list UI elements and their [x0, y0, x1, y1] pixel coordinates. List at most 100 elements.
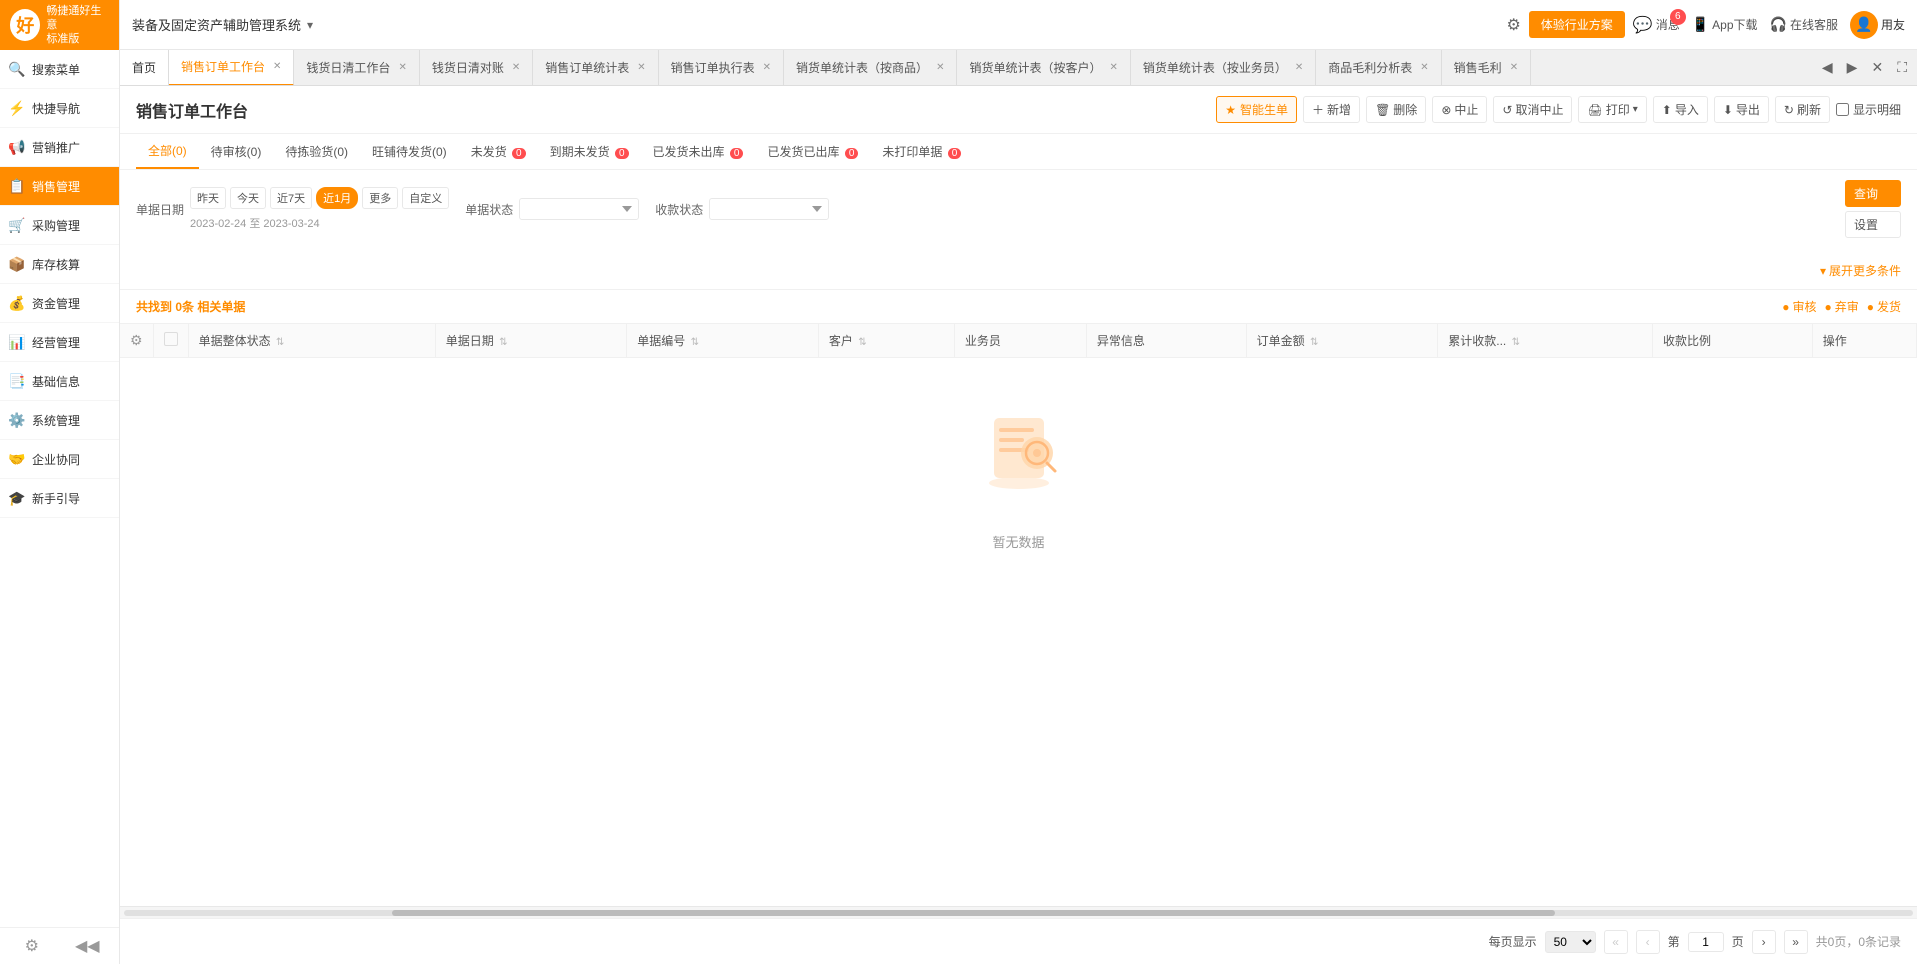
print-btn[interactable]: 🖨 打印 ▾: [1578, 96, 1646, 123]
sub-tab-all[interactable]: 全部(0): [136, 134, 199, 169]
batch-revoke-btn[interactable]: ● 弃审: [1824, 298, 1858, 315]
sidebar-item-marketing[interactable]: 📢 营销推广: [0, 128, 119, 167]
tab-close-cash-reconcile[interactable]: ✕: [512, 62, 520, 73]
col-doc-number[interactable]: 单据编号 ⇅: [627, 324, 819, 358]
tab-sales-order-workspace[interactable]: 销售订单工作台 ✕: [169, 50, 294, 86]
tab-close-sales-customer[interactable]: ✕: [1109, 62, 1117, 73]
sub-tab-not-printed[interactable]: 未打印单据 0: [870, 135, 973, 168]
filter-expand-btn[interactable]: ▾ 展开更多条件: [1820, 262, 1901, 279]
tab-close-sales-profit[interactable]: ✕: [1510, 62, 1518, 73]
col-abnormal-info[interactable]: 异常信息: [1086, 324, 1246, 358]
sidebar-item-inventory[interactable]: 📦 库存核算: [0, 245, 119, 284]
sidebar-item-search[interactable]: 🔍 搜索菜单: [0, 50, 119, 89]
tab-sales-staff-stats[interactable]: 销货单统计表（按业务员） ✕: [1131, 50, 1316, 86]
col-settings[interactable]: ⚙: [120, 324, 153, 358]
show-detail-checkbox[interactable]: [1836, 103, 1849, 116]
cancel-stop-btn[interactable]: ↺ 取消中止: [1493, 96, 1572, 123]
sub-tab-pending-check[interactable]: 待拣验货(0): [273, 135, 360, 168]
sidebar-item-operation[interactable]: 📊 经营管理: [0, 323, 119, 362]
settings-icon-btn[interactable]: ⚙: [1506, 15, 1520, 35]
tab-close-sales-order[interactable]: ✕: [273, 61, 281, 72]
tab-close-cash-daily[interactable]: ✕: [398, 62, 406, 73]
sidebar-item-system[interactable]: ⚙️ 系统管理: [0, 401, 119, 440]
pagination-page-size[interactable]: 50 20 100: [1545, 931, 1596, 953]
pagination-first[interactable]: «: [1604, 930, 1628, 954]
import-btn[interactable]: ⬆ 导入: [1653, 96, 1708, 123]
col-order-amount[interactable]: 订单金额 ⇅: [1246, 324, 1438, 358]
user-btn[interactable]: 👤 用友: [1850, 11, 1905, 39]
select-all-checkbox[interactable]: [164, 332, 178, 346]
sub-tab-shipped-not-out[interactable]: 已发货未出库 0: [641, 135, 756, 168]
tab-sales-goods-stats[interactable]: 销货单统计表（按商品） ✕: [784, 50, 957, 86]
tab-cash-daily-workspace[interactable]: 钱货日清工作台 ✕: [294, 50, 419, 86]
tab-sales-profit[interactable]: 销售毛利 ✕: [1442, 50, 1531, 86]
online-service-btn[interactable]: 🎧 在线客服: [1770, 16, 1838, 33]
show-detail-label[interactable]: 显示明细: [1836, 101, 1901, 118]
add-btn[interactable]: ＋ 新增: [1303, 96, 1360, 123]
sidebar-item-enterprise[interactable]: 🤝 企业协同: [0, 440, 119, 479]
filter-date-custom[interactable]: 自定义: [402, 187, 449, 209]
query-btn[interactable]: 查询: [1845, 180, 1901, 207]
filter-date-today[interactable]: 今天: [230, 187, 266, 209]
tab-close-sales-goods[interactable]: ✕: [936, 62, 944, 73]
pagination-page-input[interactable]: [1688, 932, 1724, 952]
tab-close-sales-staff[interactable]: ✕: [1295, 62, 1303, 73]
tabs-nav-prev[interactable]: ◀: [1818, 57, 1837, 78]
filter-date-yesterday[interactable]: 昨天: [190, 187, 226, 209]
col-customer[interactable]: 客户 ⇅: [818, 324, 954, 358]
tab-close-gross-margin[interactable]: ✕: [1420, 62, 1428, 73]
tab-close-sales-stats[interactable]: ✕: [637, 62, 645, 73]
filter-status-select[interactable]: [519, 198, 639, 220]
scrollbar-thumb[interactable]: [392, 910, 1555, 916]
filter-date-more[interactable]: 更多: [362, 187, 398, 209]
tabs-maximize[interactable]: ⛶: [1893, 57, 1911, 78]
pagination-prev[interactable]: ‹: [1636, 930, 1660, 954]
delete-btn[interactable]: 🗑 删除: [1366, 96, 1426, 123]
sidebar-item-basic-info[interactable]: 📑 基础信息: [0, 362, 119, 401]
pagination-next[interactable]: ›: [1752, 930, 1776, 954]
settings-bottom-btn[interactable]: ⚙: [8, 936, 56, 956]
tab-home[interactable]: 首页: [120, 50, 169, 86]
tab-cash-reconcile[interactable]: 钱货日清对账 ✕: [420, 50, 533, 86]
industry-solution-btn[interactable]: 体验行业方案: [1529, 11, 1625, 38]
col-payment-ratio[interactable]: 收款比例: [1652, 324, 1812, 358]
stop-btn[interactable]: ⊗ 中止: [1432, 96, 1487, 123]
tab-sales-stats[interactable]: 销售订单统计表 ✕: [533, 50, 658, 86]
tabs-nav-next[interactable]: ▶: [1843, 57, 1862, 78]
message-btn[interactable]: 💬 6 消息: [1633, 15, 1680, 35]
collapse-btn[interactable]: ◀◀: [64, 936, 112, 956]
col-doc-status[interactable]: 单据整体状态 ⇅: [188, 324, 435, 358]
sidebar-item-newbie[interactable]: 🎓 新手引导: [0, 479, 119, 518]
sidebar-item-finance[interactable]: 💰 资金管理: [0, 284, 119, 323]
smart-create-btn[interactable]: ★ 智能生单: [1216, 96, 1297, 123]
sub-tab-overdue-not-shipped[interactable]: 到期未发货 0: [538, 135, 641, 168]
tab-sales-customer-stats[interactable]: 销货单统计表（按客户） ✕: [957, 50, 1130, 86]
sidebar-item-sales[interactable]: 📋 销售管理: [0, 167, 119, 206]
batch-ship-btn[interactable]: ● 发货: [1867, 298, 1901, 315]
col-cumulative-payment[interactable]: 累计收款... ⇅: [1438, 324, 1653, 358]
col-salesperson[interactable]: 业务员: [954, 324, 1086, 358]
horizontal-scrollbar[interactable]: [120, 906, 1917, 918]
batch-approve-btn[interactable]: ● 审核: [1782, 298, 1816, 315]
tab-gross-margin[interactable]: 商品毛利分析表 ✕: [1316, 50, 1441, 86]
col-check[interactable]: [153, 324, 188, 358]
filter-settings-btn[interactable]: 设置: [1845, 211, 1901, 238]
tab-sales-execute[interactable]: 销售订单执行表 ✕: [659, 50, 784, 86]
tabs-close-all[interactable]: ✕: [1867, 57, 1887, 78]
refresh-btn[interactable]: ↻ 刷新: [1775, 96, 1830, 123]
app-download-btn[interactable]: 📱 App下载: [1692, 16, 1758, 33]
sub-tab-pending-review[interactable]: 待审核(0): [199, 135, 274, 168]
col-doc-date[interactable]: 单据日期 ⇅: [435, 324, 627, 358]
export-btn[interactable]: ⬇ 导出: [1714, 96, 1769, 123]
sub-tab-not-shipped[interactable]: 未发货 0: [459, 135, 538, 168]
sidebar-item-quick-nav[interactable]: ⚡ 快捷导航: [0, 89, 119, 128]
filter-payment-select[interactable]: [709, 198, 829, 220]
column-settings-icon[interactable]: ⚙: [130, 332, 143, 348]
pagination-last[interactable]: »: [1784, 930, 1808, 954]
sub-tab-shop-pending-ship[interactable]: 旺铺待发货(0): [360, 135, 459, 168]
tab-close-sales-execute[interactable]: ✕: [763, 62, 771, 73]
sub-tab-shipped-out[interactable]: 已发货已出库 0: [755, 135, 870, 168]
filter-date-7days[interactable]: 近7天: [270, 187, 312, 209]
sidebar-item-purchase[interactable]: 🛒 采购管理: [0, 206, 119, 245]
system-dropdown[interactable]: ▾: [307, 18, 313, 32]
